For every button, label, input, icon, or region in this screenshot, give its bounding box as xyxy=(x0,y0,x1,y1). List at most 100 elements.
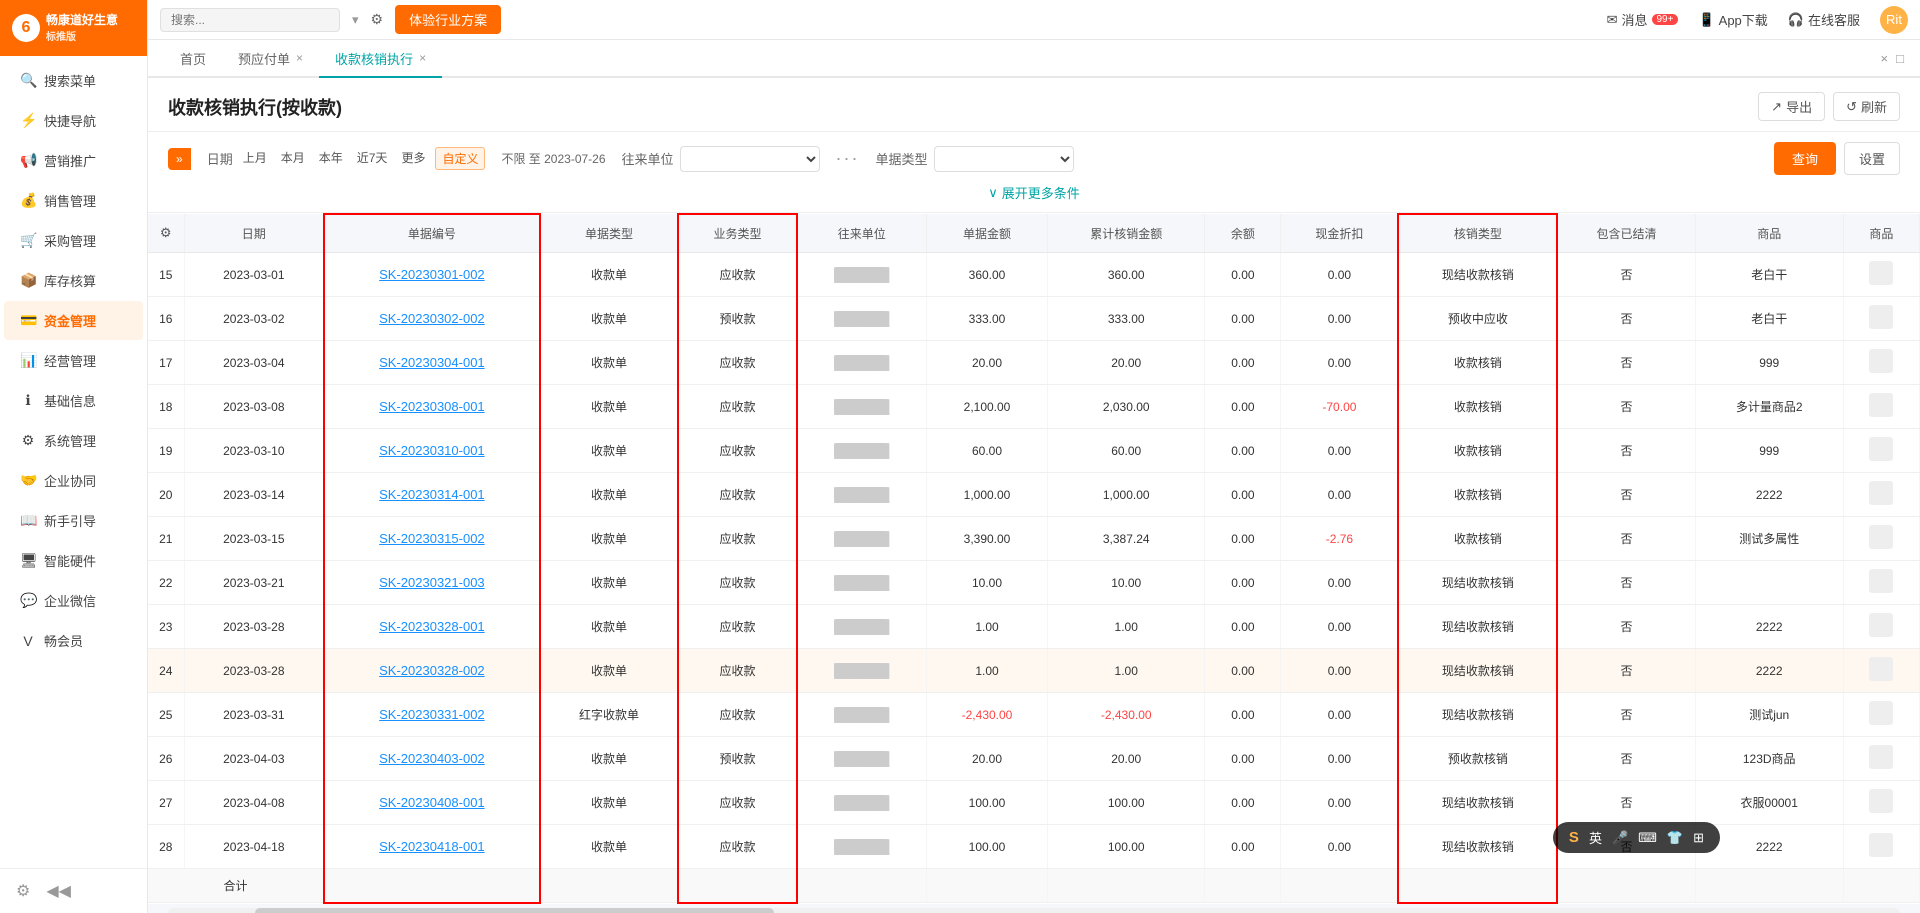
setting-button[interactable]: 设置 xyxy=(1844,142,1900,175)
tab-current[interactable]: 收款核销执行 × xyxy=(319,41,442,78)
td-goods1: 999 xyxy=(1695,341,1843,385)
grid-icon[interactable]: ⊞ xyxy=(1693,830,1704,846)
date-opt-more[interactable]: 更多 xyxy=(397,147,429,170)
doc-no-link[interactable]: SK-20230314-001 xyxy=(379,487,485,502)
td-doc-no[interactable]: SK-20230314-001 xyxy=(324,473,540,517)
date-opt-this-month[interactable]: 本月 xyxy=(277,147,309,170)
td-doc-no[interactable]: SK-20230403-002 xyxy=(324,737,540,781)
doc-no-link[interactable]: SK-20230418-001 xyxy=(379,839,485,854)
shirt-icon[interactable]: 👕 xyxy=(1667,830,1683,846)
td-doc-no[interactable]: SK-20230331-002 xyxy=(324,693,540,737)
sidebar-item-wechat[interactable]: 💬 企业微信 xyxy=(4,581,143,620)
td-doc-no[interactable]: SK-20230315-002 xyxy=(324,517,540,561)
td-writeoff: 360.00 xyxy=(1048,253,1205,297)
td-doc-no[interactable]: SK-20230328-001 xyxy=(324,605,540,649)
th-settings[interactable]: ⚙ xyxy=(148,214,184,253)
td-goods1: 测试多属性 xyxy=(1695,517,1843,561)
settings-gear-icon[interactable]: ⚙ xyxy=(16,881,30,901)
topbar-chevron-icon[interactable]: ▾ xyxy=(352,12,359,28)
doc-no-link[interactable]: SK-20230315-002 xyxy=(379,531,485,546)
sidebar-item-marketing[interactable]: 📢 营销推广 xyxy=(4,141,143,180)
td-writeoff-type: 现结收款核销 xyxy=(1398,693,1557,737)
sidebar-item-inventory[interactable]: 📦 库存核算 xyxy=(4,261,143,300)
date-opt-this-year[interactable]: 本年 xyxy=(315,147,347,170)
sidebar-item-search[interactable]: 🔍 搜索菜单 xyxy=(4,61,143,100)
td-doc-no[interactable]: SK-20230321-003 xyxy=(324,561,540,605)
doc-no-link[interactable]: SK-20230304-001 xyxy=(379,355,485,370)
tab-home[interactable]: 首页 xyxy=(164,41,222,78)
solution-button[interactable]: 体验行业方案 xyxy=(395,5,501,34)
sidebar-item-operations[interactable]: 📊 经营管理 xyxy=(4,341,143,380)
tab-payable[interactable]: 预应付单 × xyxy=(222,41,319,78)
th-goods1: 商品 xyxy=(1695,214,1843,253)
refresh-label: 刷新 xyxy=(1861,97,1887,116)
sidebar-item-member[interactable]: V 畅会员 xyxy=(4,621,143,660)
td-doc-no[interactable]: SK-20230328-002 xyxy=(324,649,540,693)
doc-no-link[interactable]: SK-20230331-002 xyxy=(379,707,485,722)
doc-no-link[interactable]: SK-20230321-003 xyxy=(379,575,485,590)
td-doc-no[interactable]: SK-20230302-002 xyxy=(324,297,540,341)
td-amount: 10.00 xyxy=(926,561,1047,605)
td-biz-type: 应收款 xyxy=(678,693,796,737)
td-doc-no[interactable]: SK-20230408-001 xyxy=(324,781,540,825)
tab-payable-close[interactable]: × xyxy=(296,51,303,65)
horizontal-scrollbar[interactable] xyxy=(168,908,1900,913)
doc-no-link[interactable]: SK-20230328-001 xyxy=(379,619,485,634)
query-button[interactable]: 查询 xyxy=(1774,142,1836,175)
refresh-button[interactable]: ↺ 刷新 xyxy=(1833,92,1900,121)
sidebar-item-basic-info[interactable]: ℹ 基础信息 xyxy=(4,381,143,420)
sidebar-item-purchase[interactable]: 🛒 采购管理 xyxy=(4,221,143,260)
topbar-gear-icon[interactable]: ⚙ xyxy=(371,11,384,28)
filter-expand-btn[interactable]: » xyxy=(168,148,191,170)
date-opt-custom[interactable]: 自定义 xyxy=(435,147,485,170)
td-doc-no[interactable]: SK-20230301-002 xyxy=(324,253,540,297)
close-window-icon[interactable]: × xyxy=(1881,51,1889,66)
sidebar-item-newbie[interactable]: 📖 新手引导 xyxy=(4,501,143,540)
td-partner: ██████ xyxy=(797,649,927,693)
doc-no-link[interactable]: SK-20230308-001 xyxy=(379,399,485,414)
doctype-filter-select[interactable] xyxy=(934,146,1074,172)
sidebar-item-system[interactable]: ⚙ 系统管理 xyxy=(4,421,143,460)
td-doc-no[interactable]: SK-20230310-001 xyxy=(324,429,540,473)
sidebar-item-sales[interactable]: 💰 销售管理 xyxy=(4,181,143,220)
doc-no-link[interactable]: SK-20230328-002 xyxy=(379,663,485,678)
keyboard-icon[interactable]: ⌨ xyxy=(1638,830,1657,846)
td-included: 否 xyxy=(1557,693,1695,737)
td-amount: -2,430.00 xyxy=(926,693,1047,737)
td-discount: -70.00 xyxy=(1281,385,1399,429)
date-opt-last-month[interactable]: 上月 xyxy=(239,147,271,170)
td-doc-no[interactable]: SK-20230308-001 xyxy=(324,385,540,429)
online-service-button[interactable]: 🎧 在线客服 xyxy=(1788,10,1860,29)
sidebar-item-hardware[interactable]: 🖥 智能硬件 xyxy=(4,541,143,580)
tab-current-close[interactable]: × xyxy=(419,51,426,65)
messages-button[interactable]: ✉ 消息 99+ xyxy=(1607,10,1679,29)
topbar-search-input[interactable] xyxy=(160,8,340,32)
td-writeoff: -2,430.00 xyxy=(1048,693,1205,737)
doc-no-link[interactable]: SK-20230408-001 xyxy=(379,795,485,810)
date-opt-7days[interactable]: 近7天 xyxy=(353,147,392,170)
page-title: 收款核销执行(按收款) xyxy=(168,94,342,120)
doc-no-link[interactable]: SK-20230403-002 xyxy=(379,751,485,766)
sidebar-item-funds[interactable]: 💳 资金管理 xyxy=(4,301,143,340)
column-settings-icon[interactable]: ⚙ xyxy=(160,225,172,240)
app-download-button[interactable]: 📱 App下载 xyxy=(1698,10,1767,29)
export-button[interactable]: ↗ 导出 xyxy=(1758,92,1825,121)
doc-no-link[interactable]: SK-20230301-002 xyxy=(379,267,485,282)
maximize-window-icon[interactable]: □ xyxy=(1896,51,1904,66)
td-included: 否 xyxy=(1557,341,1695,385)
partner-filter-select[interactable] xyxy=(680,146,820,172)
user-avatar[interactable]: Rit xyxy=(1880,6,1908,34)
td-writeoff-type: 现结收款核销 xyxy=(1398,561,1557,605)
td-doc-no[interactable]: SK-20230304-001 xyxy=(324,341,540,385)
doc-no-link[interactable]: SK-20230310-001 xyxy=(379,443,485,458)
sidebar-item-quick-nav[interactable]: ⚡ 快捷导航 xyxy=(4,101,143,140)
td-discount: 0.00 xyxy=(1281,341,1399,385)
td-goods1: 测试jun xyxy=(1695,693,1843,737)
td-doc-no[interactable]: SK-20230418-001 xyxy=(324,825,540,869)
doc-no-link[interactable]: SK-20230302-002 xyxy=(379,311,485,326)
sidebar-item-enterprise[interactable]: 🤝 企业协同 xyxy=(4,461,143,500)
filter-expand-row[interactable]: ∨ 展开更多条件 xyxy=(168,183,1900,202)
mic-icon[interactable]: 🎤 xyxy=(1612,830,1628,846)
collapse-icon[interactable]: ◀◀ xyxy=(46,881,71,901)
td-date: 2023-03-01 xyxy=(184,253,324,297)
